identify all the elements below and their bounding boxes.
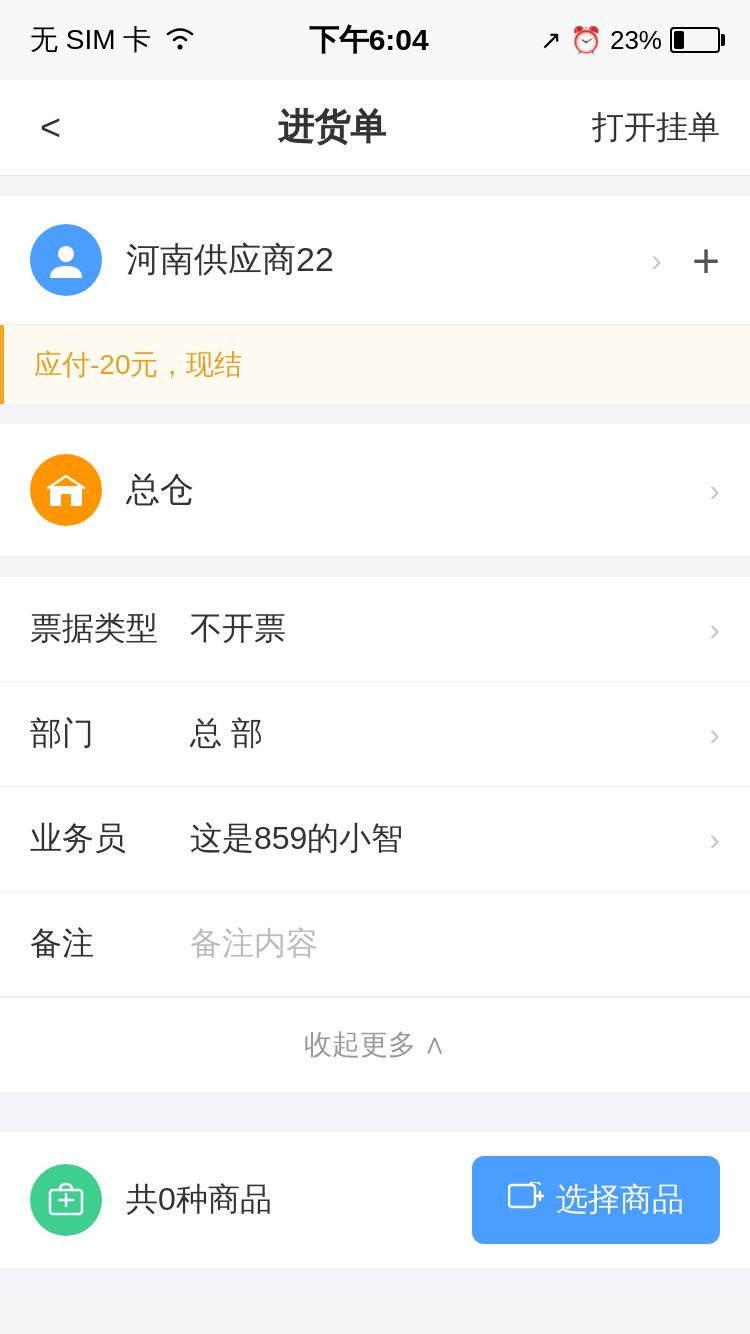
- svg-rect-5: [509, 1185, 535, 1207]
- supplier-chevron-icon: ›: [651, 242, 662, 279]
- warehouse-chevron-icon: ›: [709, 472, 720, 509]
- invoice-chevron-icon: ›: [709, 611, 720, 648]
- supplier-row[interactable]: 河南供应商22 › +: [0, 196, 750, 325]
- location-icon: ↗: [540, 25, 562, 56]
- back-button[interactable]: <: [30, 97, 71, 159]
- supplier-name: 河南供应商22: [126, 237, 651, 283]
- nav-bar: < 进货单 打开挂单: [0, 80, 750, 176]
- warehouse-row[interactable]: 总仓 ›: [0, 424, 750, 557]
- status-time: 下午6:04: [309, 20, 429, 61]
- notice-text: 应付-20元，现结: [34, 349, 242, 380]
- sales-row[interactable]: 业务员 这是859的小智 ›: [0, 787, 750, 892]
- invoice-label: 票据类型: [30, 607, 190, 651]
- select-icon: [508, 1182, 544, 1219]
- open-pending-button[interactable]: 打开挂单: [592, 106, 720, 150]
- battery-percent: 23%: [610, 25, 662, 56]
- remark-row[interactable]: 备注 备注内容: [0, 892, 750, 997]
- section-gap-1: [0, 404, 750, 424]
- add-supplier-button[interactable]: +: [692, 233, 720, 288]
- select-btn-label: 选择商品: [556, 1178, 684, 1222]
- warehouse-icon: [30, 454, 102, 526]
- section-gap-3: [0, 1092, 750, 1112]
- top-divider: [0, 176, 750, 196]
- dept-value: 总 部: [190, 712, 709, 756]
- dept-chevron-icon: ›: [709, 716, 720, 753]
- battery-icon: [670, 27, 720, 53]
- svg-point-1: [58, 246, 74, 262]
- collapse-row[interactable]: 收起更多 ∧: [0, 997, 750, 1092]
- svg-point-0: [178, 44, 183, 49]
- dept-label: 部门: [30, 712, 190, 756]
- alarm-icon: ⏰: [570, 25, 602, 56]
- invoice-value: 不开票: [190, 607, 709, 651]
- notice-banner: 应付-20元，现结: [0, 325, 750, 404]
- collapse-label: 收起更多 ∧: [304, 1026, 447, 1064]
- status-right: ↗ ⏰ 23%: [540, 25, 720, 56]
- svg-rect-3: [61, 494, 71, 506]
- section-gap-2: [0, 557, 750, 577]
- bottom-bar: 共0种商品 选择商品: [0, 1132, 750, 1268]
- warehouse-name: 总仓: [126, 467, 709, 513]
- page-title: 进货单: [278, 103, 386, 152]
- sales-label: 业务员: [30, 817, 190, 861]
- invoice-row[interactable]: 票据类型 不开票 ›: [0, 577, 750, 682]
- status-bar: 无 SIM 卡 下午6:04 ↗ ⏰ 23%: [0, 0, 750, 80]
- cart-icon: [30, 1164, 102, 1236]
- form-section: 票据类型 不开票 › 部门 总 部 › 业务员 这是859的小智 › 备注 备注…: [0, 577, 750, 1092]
- select-product-button[interactable]: 选择商品: [472, 1156, 720, 1244]
- dept-row[interactable]: 部门 总 部 ›: [0, 682, 750, 787]
- remark-label: 备注: [30, 922, 190, 966]
- supplier-avatar: [30, 224, 102, 296]
- carrier-label: 无 SIM 卡: [30, 21, 151, 59]
- wifi-icon: [163, 24, 197, 57]
- sales-value: 这是859的小智: [190, 817, 709, 861]
- sales-chevron-icon: ›: [709, 821, 720, 858]
- status-left: 无 SIM 卡: [30, 21, 197, 59]
- remark-input[interactable]: 备注内容: [190, 922, 720, 966]
- product-count: 共0种商品: [126, 1178, 472, 1222]
- supplier-section: 河南供应商22 › + 应付-20元，现结: [0, 196, 750, 404]
